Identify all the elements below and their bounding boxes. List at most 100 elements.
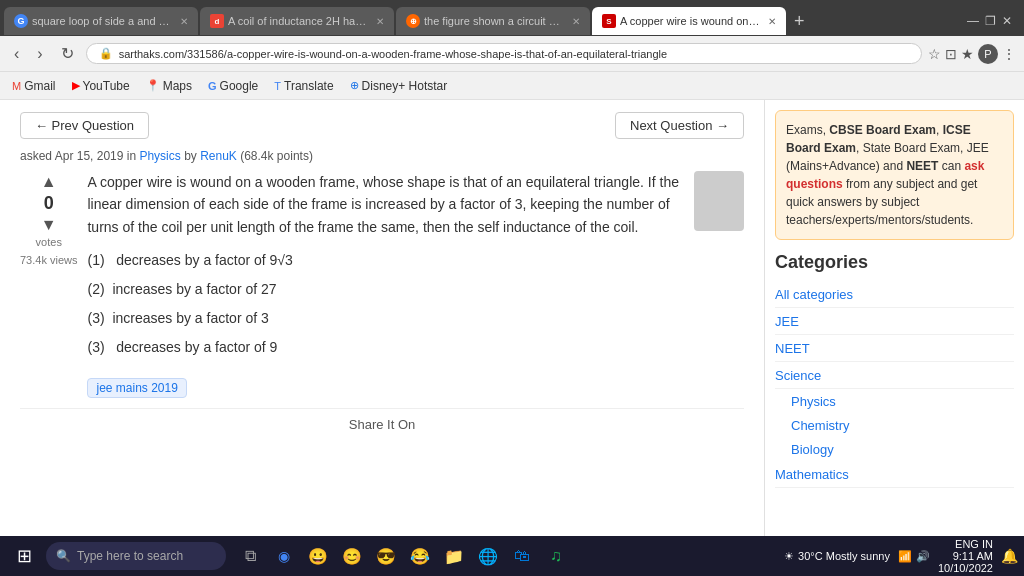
- promo-text-end: can: [938, 159, 964, 173]
- edge-icon: 🌐: [478, 547, 498, 566]
- taskbar-store[interactable]: 🛍: [506, 540, 538, 572]
- taskbar-emoji4[interactable]: 😂: [404, 540, 436, 572]
- taskbar-search-icon: 🔍: [56, 549, 71, 563]
- votes-label: votes: [36, 236, 62, 248]
- taskbar-right: ☀ 30°C Mostly sunny 📶 🔊 ENG IN 9:11 AM 1…: [784, 538, 1018, 574]
- tab-3-close[interactable]: ✕: [572, 16, 580, 27]
- bookmark-gmail[interactable]: M Gmail: [8, 77, 60, 95]
- category-jee[interactable]: JEE: [775, 308, 1014, 335]
- option-1: (1) decreases by a factor of 9√3: [87, 250, 684, 271]
- address-text: sarthaks.com/331586/a-copper-wire-is-wou…: [119, 48, 909, 60]
- favicon-1: G: [14, 14, 28, 28]
- question-text-area: A copper wire is wound on a wooden frame…: [87, 171, 684, 398]
- bookmark-maps[interactable]: 📍 Maps: [142, 77, 196, 95]
- back-button[interactable]: ‹: [8, 43, 25, 65]
- taskbar-emoji2[interactable]: 😊: [336, 540, 368, 572]
- vote-down-button[interactable]: ▼: [39, 214, 59, 236]
- taskbar-file-explorer[interactable]: 📁: [438, 540, 470, 572]
- category-all[interactable]: All categories: [775, 281, 1014, 308]
- tab-3[interactable]: ⊕ the figure shown a circuit contai ✕: [396, 7, 590, 35]
- share-section: Share It On: [20, 408, 744, 432]
- category-neet[interactable]: NEET: [775, 335, 1014, 362]
- volume-icon[interactable]: 🔊: [916, 550, 930, 563]
- tab-1[interactable]: G square loop of side a and one te ✕: [4, 7, 198, 35]
- refresh-button[interactable]: ↻: [55, 42, 80, 65]
- tab-4[interactable]: S A copper wire is wound on a wo ✕: [592, 7, 786, 35]
- option-3: (3) increases by a factor of 3: [87, 308, 684, 329]
- categories-section: Categories All categories JEE NEET Scien…: [775, 252, 1014, 488]
- question-tag[interactable]: jee mains 2019: [87, 378, 186, 398]
- taskbar-task-view[interactable]: ⧉: [234, 540, 266, 572]
- extension-icon-1[interactable]: ⊡: [945, 46, 957, 62]
- store-icon: 🛍: [514, 547, 530, 565]
- category-physics[interactable]: Physics: [775, 389, 1014, 413]
- gmail-icon: M: [12, 80, 21, 92]
- prev-question-button[interactable]: ← Prev Question: [20, 112, 149, 139]
- taskbar-edge[interactable]: 🌐: [472, 540, 504, 572]
- favicon-2: d: [210, 14, 224, 28]
- windows-icon: ⊞: [17, 545, 32, 567]
- category-mathematics[interactable]: Mathematics: [775, 461, 1014, 488]
- taskbar-emoji3[interactable]: 😎: [370, 540, 402, 572]
- tab-1-label: square loop of side a and one te: [32, 15, 172, 27]
- category-chemistry-link[interactable]: Chemistry: [791, 418, 850, 433]
- views-count: 73.4k views: [20, 254, 77, 266]
- forward-button[interactable]: ›: [31, 43, 48, 65]
- tab-1-close[interactable]: ✕: [180, 16, 188, 27]
- question-body: ▲ 0 ▼ votes 73.4k views A copper wire is…: [20, 171, 744, 398]
- next-question-button[interactable]: Next Question →: [615, 112, 744, 139]
- emoji3-icon: 😎: [376, 547, 396, 566]
- bookmark-gmail-label: Gmail: [24, 79, 55, 93]
- window-controls: — ❐ ✕: [967, 14, 1020, 28]
- vote-section: ▲ 0 ▼ votes 73.4k views: [20, 171, 77, 398]
- menu-icon[interactable]: ⋮: [1002, 46, 1016, 62]
- bookmark-translate[interactable]: T Translate: [270, 77, 337, 95]
- profile-icon[interactable]: P: [978, 44, 998, 64]
- meta-date: Apr 15, 2019 in: [55, 149, 140, 163]
- option-4-num: (3) decreases by a factor of 9: [87, 339, 277, 355]
- new-tab-button[interactable]: +: [794, 11, 805, 32]
- bookmark-star[interactable]: ☆: [928, 46, 941, 62]
- category-jee-link[interactable]: JEE: [775, 314, 799, 329]
- address-bar[interactable]: 🔒 sarthaks.com/331586/a-copper-wire-is-w…: [86, 43, 922, 64]
- taskbar-search[interactable]: 🔍 Type here to search: [46, 542, 226, 570]
- bookmark-youtube[interactable]: ▶ YouTube: [68, 77, 134, 95]
- notification-button[interactable]: 🔔: [1001, 548, 1018, 564]
- category-biology-link[interactable]: Biology: [791, 442, 834, 457]
- start-button[interactable]: ⊞: [6, 540, 42, 572]
- vote-up-button[interactable]: ▲: [39, 171, 59, 193]
- clock[interactable]: ENG IN 9:11 AM 10/10/2022: [938, 538, 993, 574]
- meta-asked: asked: [20, 149, 55, 163]
- taskbar-emoji[interactable]: 😀: [302, 540, 334, 572]
- taskbar-app-icons: ⧉ ◉ 😀 😊 😎 😂 📁 🌐 🛍 ♫: [234, 540, 572, 572]
- emoji4-icon: 😂: [410, 547, 430, 566]
- maximize-button[interactable]: ❐: [985, 14, 996, 28]
- category-science-link[interactable]: Science: [775, 368, 821, 383]
- category-physics-link[interactable]: Physics: [791, 394, 836, 409]
- meta-user-link[interactable]: RenuK: [200, 149, 237, 163]
- close-button[interactable]: ✕: [1002, 14, 1012, 28]
- option-2: (2) increases by a factor of 27: [87, 279, 684, 300]
- category-biology[interactable]: Biology: [775, 437, 1014, 461]
- bookmark-google[interactable]: G Google: [204, 77, 262, 95]
- category-chemistry[interactable]: Chemistry: [775, 413, 1014, 437]
- category-all-link[interactable]: All categories: [775, 287, 853, 302]
- network-icon[interactable]: 📶: [898, 550, 912, 563]
- extension-icon-2[interactable]: ★: [961, 46, 974, 62]
- weather-display: ☀ 30°C Mostly sunny: [784, 550, 890, 563]
- tab-4-label: A copper wire is wound on a wo: [620, 15, 760, 27]
- taskbar-chrome[interactable]: ◉: [268, 540, 300, 572]
- option-1-num: (1) decreases by a factor of 9√3: [87, 252, 292, 268]
- tab-2-close[interactable]: ✕: [376, 16, 384, 27]
- taskbar-spotify[interactable]: ♫: [540, 540, 572, 572]
- minimize-button[interactable]: —: [967, 14, 979, 28]
- meta-subject-link[interactable]: Physics: [139, 149, 180, 163]
- category-science[interactable]: Science: [775, 362, 1014, 389]
- bookmark-hotstar[interactable]: ⊕ Disney+ Hotstar: [346, 77, 452, 95]
- option-4: (3) decreases by a factor of 9: [87, 337, 684, 358]
- tab-2[interactable]: d A coil of inductance 2H having n ✕: [200, 7, 394, 35]
- tab-4-close[interactable]: ✕: [768, 16, 776, 27]
- bookmark-maps-label: Maps: [163, 79, 192, 93]
- category-neet-link[interactable]: NEET: [775, 341, 810, 356]
- category-mathematics-link[interactable]: Mathematics: [775, 467, 849, 482]
